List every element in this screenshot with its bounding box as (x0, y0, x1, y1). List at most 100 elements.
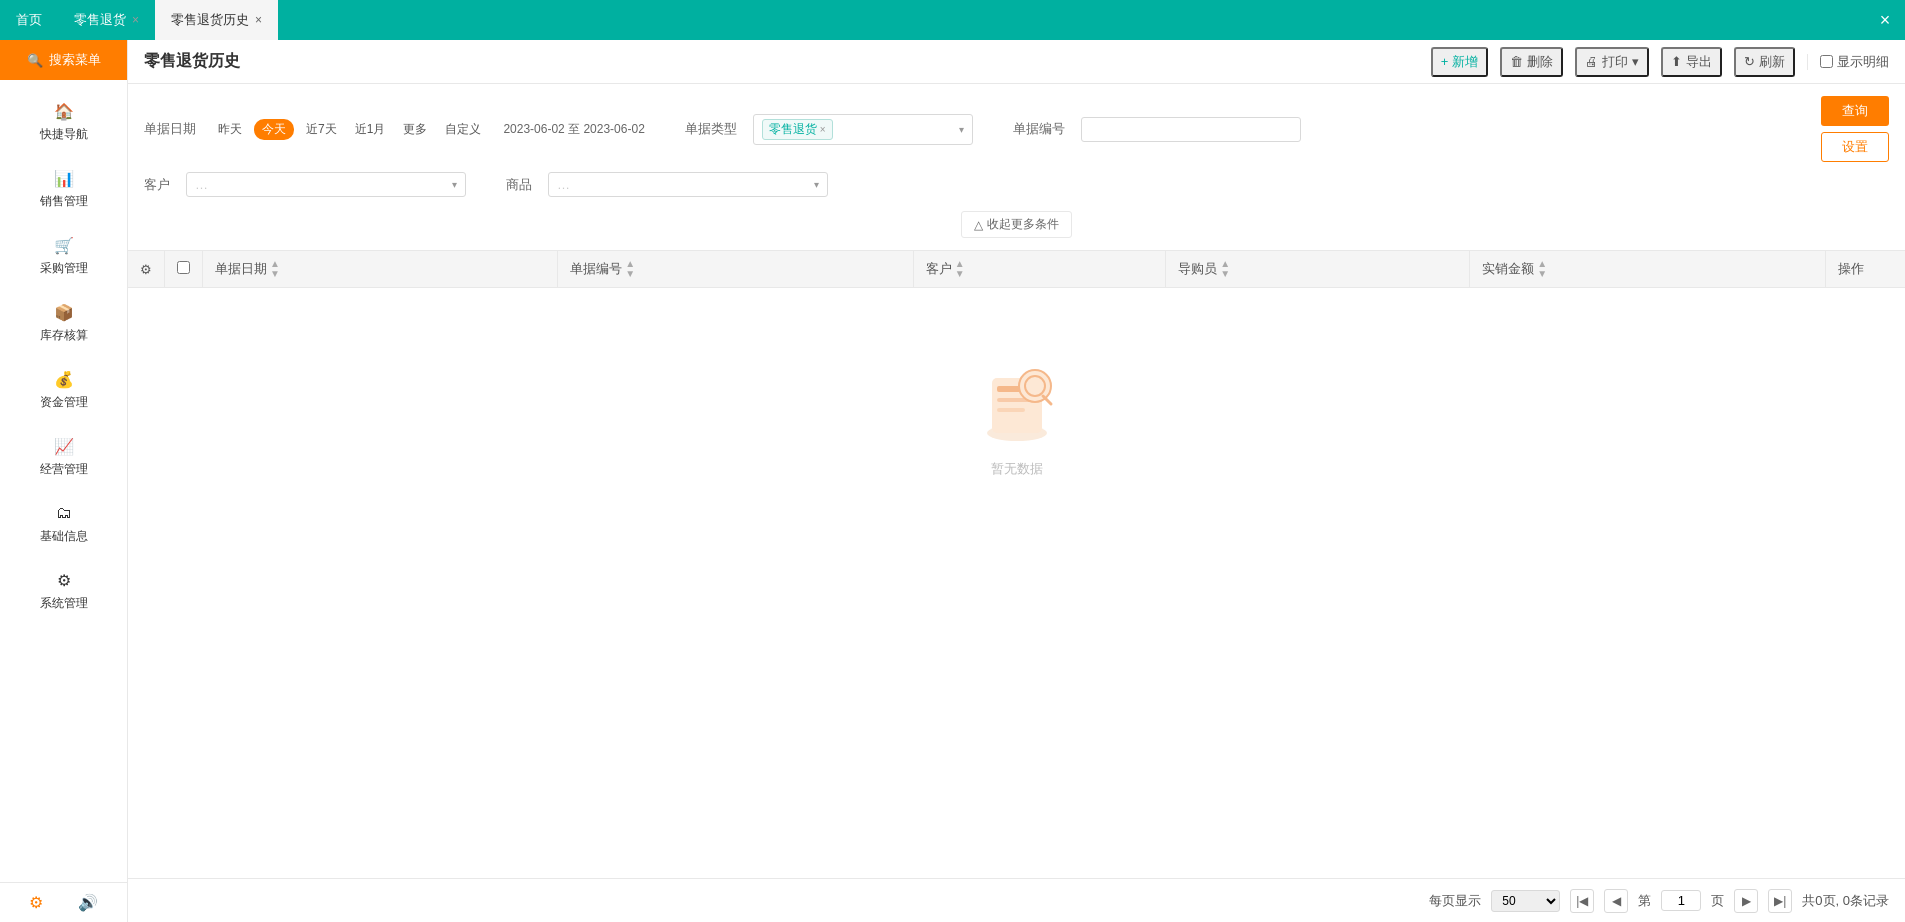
th-actions-label: 操作 (1838, 261, 1864, 276)
sidebar-item-sales[interactable]: 📊 销售管理 (0, 155, 127, 222)
per-page-label: 每页显示 (1429, 892, 1481, 910)
page-word: 第 (1638, 892, 1651, 910)
window-close-button[interactable]: × (1865, 0, 1905, 40)
per-page-select[interactable]: 50 20 100 (1491, 890, 1560, 912)
th-guide-sort[interactable]: 导购员 ▲▼ (1178, 259, 1457, 279)
show-detail-checkbox[interactable] (1820, 55, 1833, 68)
tab-retail-return-close[interactable]: × (132, 13, 139, 27)
settings-icon[interactable]: ⚙ (140, 262, 152, 277)
sidebar-item-finance[interactable]: 💰 资金管理 (0, 356, 127, 423)
sidebar-item-inventory[interactable]: 📦 库存核算 (0, 289, 127, 356)
tab-home[interactable]: 首页 (0, 0, 58, 40)
type-select[interactable]: 零售退货 × ▾ (753, 114, 973, 145)
header-actions: + 新增 🗑 删除 🖨 打印 ▾ ⬆ 导出 ↻ 刷新 (1431, 47, 1889, 77)
print-label: 打印 (1602, 53, 1628, 71)
date-opt-today[interactable]: 今天 (254, 119, 294, 140)
table-container: ⚙ 单据日期 ▲▼ 单据编号 (128, 251, 1905, 878)
sidebar-item-quicknav[interactable]: 🏠 快捷导航 (0, 88, 127, 155)
delete-icon: 🗑 (1510, 54, 1523, 69)
date-opt-custom[interactable]: 自定义 (439, 119, 487, 140)
tab-retail-history-close[interactable]: × (255, 13, 262, 27)
tab-retail-return[interactable]: 零售退货 × (58, 0, 155, 40)
page-last-button[interactable]: ▶| (1768, 889, 1792, 913)
query-button[interactable]: 查询 (1821, 96, 1889, 126)
date-opt-7days[interactable]: 近7天 (300, 119, 343, 140)
sidebar-item-quicknav-label: 快捷导航 (40, 126, 88, 143)
pagination-bar: 每页显示 50 20 100 |◀ ◀ 第 页 ▶ ▶| 共0页, 0条记录 (128, 878, 1905, 922)
print-arrow-icon: ▾ (1632, 54, 1639, 69)
show-detail-checkbox-label[interactable]: 显示明细 (1820, 53, 1889, 71)
delete-button[interactable]: 🗑 删除 (1500, 47, 1563, 77)
th-guide-label: 导购员 (1178, 260, 1217, 278)
operations-icon: 📈 (53, 435, 75, 457)
sidebar-search[interactable]: 🔍 搜索菜单 (0, 40, 127, 80)
date-opt-yesterday[interactable]: 昨天 (212, 119, 248, 140)
select-all-checkbox[interactable] (177, 261, 190, 274)
finance-icon: 💰 (53, 368, 75, 390)
date-opt-more[interactable]: 更多 (397, 119, 433, 140)
goods-select[interactable]: … ▾ (548, 172, 828, 197)
th-amount-sort[interactable]: 实销金额 ▲▼ (1482, 259, 1812, 279)
voucher-num-input[interactable] (1081, 117, 1301, 142)
tab-retail-history[interactable]: 零售退货历史 × (155, 0, 278, 40)
sidebar-nav: 🏠 快捷导航 📊 销售管理 🛒 采购管理 📦 库存核算 💰 资金管理 📈 (0, 80, 127, 882)
sidebar-item-system[interactable]: ⚙ 系统管理 (0, 557, 127, 624)
th-settings: ⚙ (128, 251, 165, 288)
divider (1807, 54, 1808, 70)
th-number: 单据编号 ▲▼ (558, 251, 913, 288)
customer-label: 客户 (144, 176, 170, 194)
customer-select-arrow: ▾ (452, 179, 457, 190)
print-button[interactable]: 🖨 打印 ▾ (1575, 47, 1649, 77)
sidebar-item-finance-label: 资金管理 (40, 394, 88, 411)
date-opt-1month[interactable]: 近1月 (349, 119, 392, 140)
goods-label: 商品 (506, 176, 532, 194)
tab-retail-return-label: 零售退货 (74, 11, 126, 29)
goods-select-arrow: ▾ (814, 179, 819, 190)
volume-icon[interactable]: 🔊 (78, 893, 98, 912)
tab-retail-history-label: 零售退货历史 (171, 11, 249, 29)
print-icon: 🖨 (1585, 54, 1598, 69)
refresh-label: 刷新 (1759, 53, 1785, 71)
empty-icon (967, 348, 1067, 448)
page-prev-button[interactable]: ◀ (1604, 889, 1628, 913)
export-icon: ⬆ (1671, 54, 1682, 69)
inventory-icon: 📦 (53, 301, 75, 323)
sidebar-item-purchase[interactable]: 🛒 采购管理 (0, 222, 127, 289)
sort-arrows-amount: ▲▼ (1537, 259, 1547, 279)
top-bar: 首页 零售退货 × 零售退货历史 × × (0, 0, 1905, 40)
page-next-button[interactable]: ▶ (1734, 889, 1758, 913)
refresh-button[interactable]: ↻ 刷新 (1734, 47, 1795, 77)
th-date-sort[interactable]: 单据日期 ▲▼ (215, 259, 545, 279)
th-number-sort[interactable]: 单据编号 ▲▼ (570, 259, 900, 279)
home-icon: 🏠 (53, 100, 75, 122)
customer-select[interactable]: … ▾ (186, 172, 466, 197)
collapse-button[interactable]: △ 收起更多条件 (961, 211, 1072, 238)
sidebar-item-operations[interactable]: 📈 经营管理 (0, 423, 127, 490)
voucher-num-label: 单据编号 (1013, 120, 1065, 138)
sales-icon: 📊 (53, 167, 75, 189)
collapse-up-icon: △ (974, 218, 983, 232)
type-label: 单据类型 (685, 120, 737, 138)
tab-home-label: 首页 (16, 11, 42, 29)
set-button[interactable]: 设置 (1821, 132, 1889, 162)
sidebar-item-system-label: 系统管理 (40, 595, 88, 612)
date-range-display: 2023-06-02 至 2023-06-02 (503, 121, 644, 138)
settings-bottom-icon[interactable]: ⚙ (29, 893, 43, 912)
export-label: 导出 (1686, 53, 1712, 71)
th-customer-label: 客户 (926, 260, 952, 278)
type-tag-remove[interactable]: × (820, 124, 826, 135)
th-customer-sort[interactable]: 客户 ▲▼ (926, 259, 1154, 279)
th-amount-label: 实销金额 (1482, 260, 1534, 278)
export-button[interactable]: ⬆ 导出 (1661, 47, 1722, 77)
sort-arrows-customer: ▲▼ (955, 259, 965, 279)
sort-arrows-guide: ▲▼ (1220, 259, 1230, 279)
search-icon: 🔍 (27, 53, 43, 68)
new-button[interactable]: + 新增 (1431, 47, 1488, 77)
tab-list: 首页 零售退货 × 零售退货历史 × (0, 0, 1865, 40)
sidebar-item-basicinfo[interactable]: 🗂 基础信息 (0, 490, 127, 557)
page-number-input[interactable] (1661, 890, 1701, 911)
system-icon: ⚙ (53, 569, 75, 591)
sidebar-item-basicinfo-label: 基础信息 (40, 528, 88, 545)
page-first-button[interactable]: |◀ (1570, 889, 1594, 913)
basicinfo-icon: 🗂 (53, 502, 75, 524)
